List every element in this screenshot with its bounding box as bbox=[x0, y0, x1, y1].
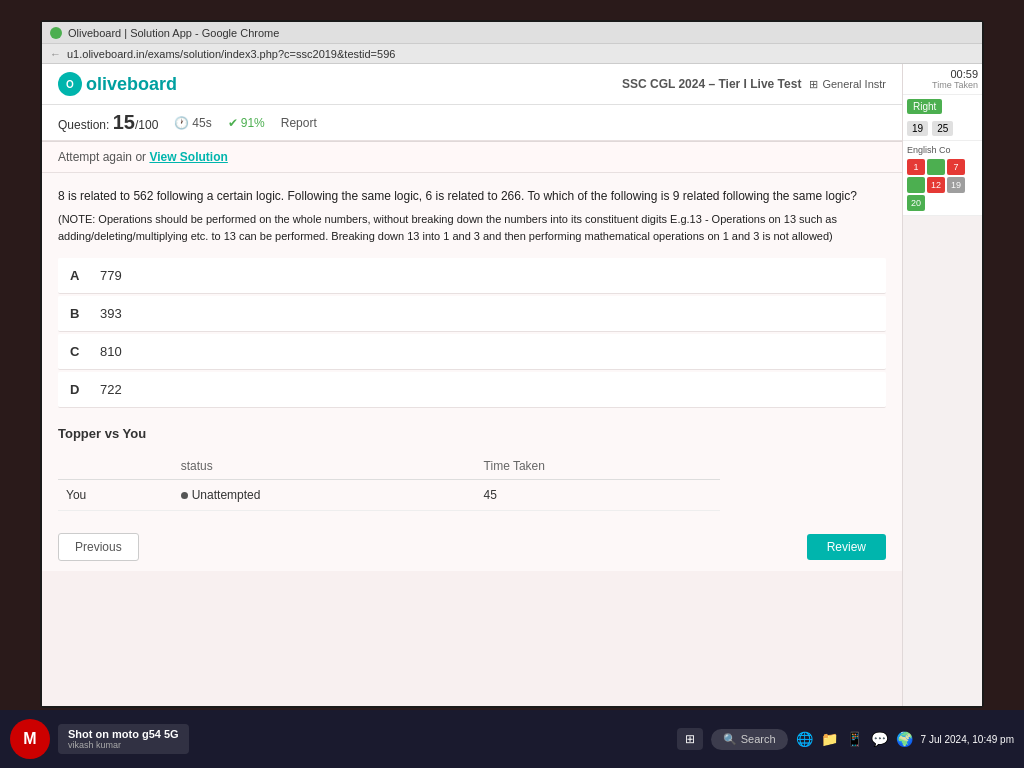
exam-title: SSC CGL 2024 – Tier I Live Test bbox=[622, 77, 801, 91]
option-value-c: 810 bbox=[100, 344, 122, 359]
english-section: English Co 1 7 12 19 20 bbox=[903, 141, 982, 216]
search-icon: 🔍 bbox=[723, 733, 737, 746]
taskbar-icons: 🌐 📁 📱 💬 🌍 bbox=[796, 731, 913, 747]
colored-boxes: 1 7 12 19 20 bbox=[907, 159, 978, 211]
option-letter-c: C bbox=[70, 344, 84, 359]
clock-icon: 🕐 bbox=[174, 116, 189, 130]
browser-addressbar: ← u1.oliveboard.in/exams/solution/index3… bbox=[42, 44, 982, 64]
taskbar-icon-3: 📱 bbox=[846, 731, 863, 747]
address-bar-text[interactable]: u1.oliveboard.in/exams/solution/index3.p… bbox=[67, 48, 395, 60]
options-area: A 779 B 393 C 810 D 722 bbox=[42, 254, 902, 414]
previous-button[interactable]: Previous bbox=[58, 533, 139, 561]
total-questions: 100 bbox=[138, 118, 158, 132]
question-note: (NOTE: Operations should be performed on… bbox=[58, 211, 886, 244]
right-stats: Right 19 25 bbox=[903, 95, 982, 141]
logo-text: oliveboard bbox=[86, 74, 177, 95]
right-label: Right bbox=[907, 99, 942, 114]
row-status: Unattempted bbox=[173, 480, 476, 511]
taskbar-time: 7 Jul 2024, 10:49 pm bbox=[921, 734, 1014, 745]
taskbar-icon-5: 🌍 bbox=[896, 731, 913, 747]
row-label: You bbox=[58, 480, 173, 511]
num-box-2: 25 bbox=[932, 121, 953, 136]
option-letter-a: A bbox=[70, 268, 84, 283]
content-area: O oliveboard SSC CGL 2024 – Tier I Live … bbox=[42, 64, 982, 706]
review-button[interactable]: Review bbox=[807, 534, 886, 560]
taskbar-icon-2: 📁 bbox=[821, 731, 838, 747]
right-numbers: 19 25 bbox=[907, 121, 978, 136]
question-bar: Question: 15/100 🕐 45s ✔ 91% Report bbox=[42, 105, 902, 141]
topper-title: Topper vs You bbox=[58, 426, 886, 441]
view-solution-link[interactable]: View Solution bbox=[149, 150, 227, 164]
taskbar-search[interactable]: 🔍 Search bbox=[711, 729, 788, 750]
option-row-d[interactable]: D 722 bbox=[58, 372, 886, 408]
start-button[interactable]: ⊞ bbox=[677, 728, 703, 750]
timer-value: 45s bbox=[192, 116, 211, 130]
grid-icon: ⊞ bbox=[809, 78, 818, 91]
app-header: O oliveboard SSC CGL 2024 – Tier I Live … bbox=[42, 64, 902, 105]
right-timer-value: 00:59 bbox=[907, 68, 978, 80]
cbox-5: 12 bbox=[927, 177, 945, 193]
right-timer-label: Time Taken bbox=[907, 80, 978, 90]
taskbar-icon-1: 🌐 bbox=[796, 731, 813, 747]
motorola-logo: M bbox=[10, 719, 50, 759]
browser-titlebar: Oliveboard | Solution App - Google Chrom… bbox=[42, 22, 982, 44]
back-arrow-icon[interactable]: ← bbox=[50, 48, 61, 60]
question-main-text: 8 is related to 562 following a certain … bbox=[58, 187, 886, 205]
snapshot-subtitle: vikash kumar bbox=[68, 740, 179, 750]
english-label: English Co bbox=[907, 145, 978, 155]
right-panel: > 00:59 Time Taken Right 19 25 English C… bbox=[902, 64, 982, 706]
accuracy-badge: ✔ 91% bbox=[228, 116, 265, 130]
browser-tab-title: Oliveboard | Solution App - Google Chrom… bbox=[68, 27, 279, 39]
option-row-b[interactable]: B 393 bbox=[58, 296, 886, 332]
report-link[interactable]: Report bbox=[281, 116, 317, 130]
logo-area: O oliveboard bbox=[58, 72, 177, 96]
taskbar-icon-4: 💬 bbox=[871, 731, 888, 747]
attempt-bar: Attempt again or View Solution bbox=[42, 141, 902, 173]
cbox-4 bbox=[907, 177, 925, 193]
logo-icon: O bbox=[58, 72, 82, 96]
cbox-2 bbox=[927, 159, 945, 175]
timer-section: 00:59 Time Taken bbox=[903, 64, 982, 95]
topper-table: status Time Taken You Unattempted 45 bbox=[58, 453, 720, 511]
current-question-number: 15 bbox=[113, 111, 135, 133]
option-value-a: 779 bbox=[100, 268, 122, 283]
general-instr-button[interactable]: ⊞ General Instr bbox=[809, 78, 886, 91]
question-text: 8 is related to 562 following a certain … bbox=[42, 173, 902, 254]
check-icon: ✔ bbox=[228, 116, 238, 130]
num-box-1: 19 bbox=[907, 121, 928, 136]
main-panel: O oliveboard SSC CGL 2024 – Tier I Live … bbox=[42, 64, 902, 706]
browser-favicon bbox=[50, 27, 62, 39]
general-instr-label: General Instr bbox=[822, 78, 886, 90]
option-value-b: 393 bbox=[100, 306, 122, 321]
status-dot bbox=[181, 492, 188, 499]
option-row-a[interactable]: A 779 bbox=[58, 258, 886, 294]
question-label: Question: 15/100 bbox=[58, 111, 158, 134]
row-time: 45 bbox=[476, 480, 721, 511]
table-row: You Unattempted 45 bbox=[58, 480, 720, 511]
snapshot-notification[interactable]: Shot on moto g54 5G vikash kumar bbox=[58, 724, 189, 754]
topper-section: Topper vs You status Time Taken You bbox=[42, 414, 902, 523]
option-value-d: 722 bbox=[100, 382, 122, 397]
cbox-3: 7 bbox=[947, 159, 965, 175]
timer-badge: 🕐 45s bbox=[174, 116, 211, 130]
header-right: SSC CGL 2024 – Tier I Live Test ⊞ Genera… bbox=[622, 77, 886, 91]
cbox-7: 20 bbox=[907, 195, 925, 211]
nav-buttons: Previous Review bbox=[42, 523, 902, 571]
taskbar: M Shot on moto g54 5G vikash kumar ⊞ 🔍 S… bbox=[0, 710, 1024, 768]
attempt-text: Attempt again or bbox=[58, 150, 146, 164]
col-header-time: Time Taken bbox=[476, 453, 721, 480]
search-label: Search bbox=[741, 733, 776, 745]
col-header-status: status bbox=[173, 453, 476, 480]
panel-expand-toggle[interactable]: > bbox=[902, 321, 903, 361]
option-row-c[interactable]: C 810 bbox=[58, 334, 886, 370]
option-letter-b: B bbox=[70, 306, 84, 321]
cbox-1: 1 bbox=[907, 159, 925, 175]
cbox-6: 19 bbox=[947, 177, 965, 193]
option-letter-d: D bbox=[70, 382, 84, 397]
col-header-label bbox=[58, 453, 173, 480]
snapshot-title: Shot on moto g54 5G bbox=[68, 728, 179, 740]
accuracy-value: 91% bbox=[241, 116, 265, 130]
